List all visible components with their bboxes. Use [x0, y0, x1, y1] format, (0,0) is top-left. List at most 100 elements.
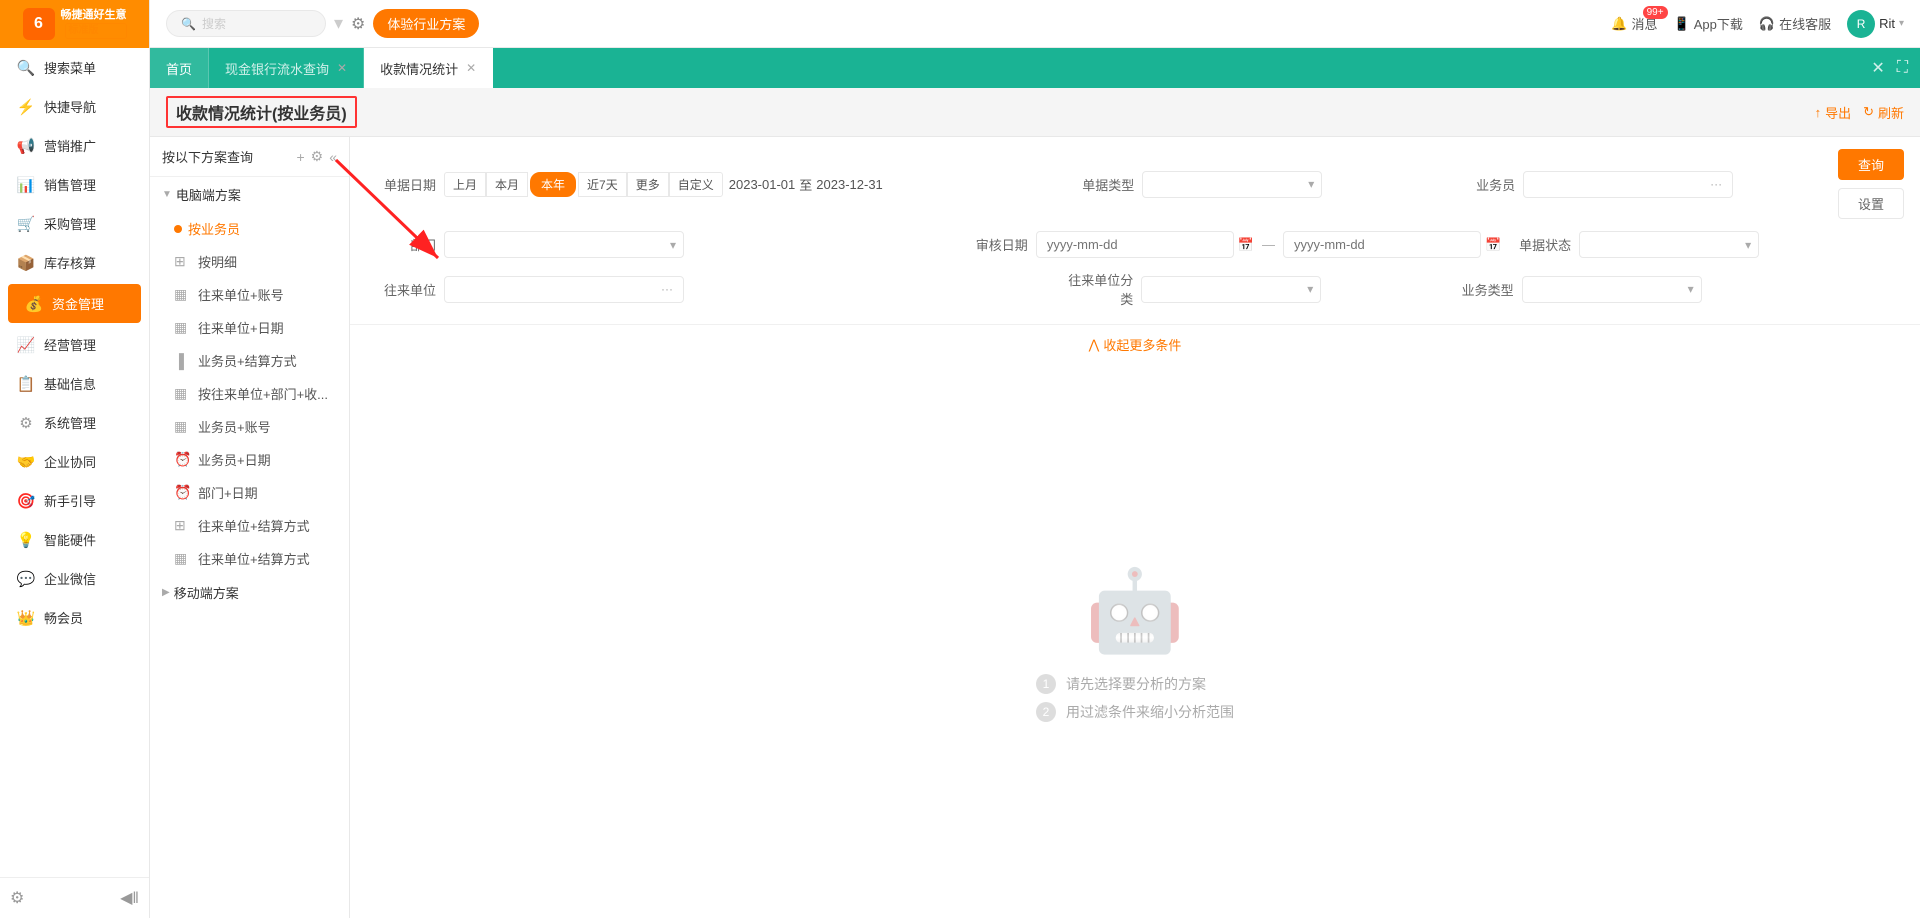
active-scheme-dot: [174, 225, 182, 233]
scheme-item-6[interactable]: ▦ 业务员+账号: [150, 410, 349, 443]
sidebar-item-enterprise[interactable]: 🤝 企业协同: [0, 442, 149, 481]
filter-row-3: 往来单位 ··· 往来单位分类 ▾ 业务类型: [366, 270, 1904, 308]
guide-icon: 🎯: [16, 492, 36, 510]
partner-input[interactable]: [455, 282, 661, 297]
scheme-bar-icon: ▐: [174, 353, 192, 369]
avatar: R: [1847, 10, 1875, 38]
scheme-item-5[interactable]: ▦ 按往来单位+部门+收...: [150, 377, 349, 410]
finance-icon: 💰: [24, 295, 44, 313]
sidebar-item-purchase[interactable]: 🛒 采购管理: [0, 204, 149, 243]
sidebar-item-marketing[interactable]: 📢 营销推广: [0, 126, 149, 165]
sidebar-item-system[interactable]: ⚙ 系统管理: [0, 403, 149, 442]
filter-row-2: 部门 ▾ 审核日期 📅 — 📅: [366, 231, 1904, 258]
sidebar-item-member[interactable]: 👑 畅会员: [0, 598, 149, 637]
online-service-item[interactable]: 🎧 在线客服: [1759, 14, 1831, 33]
scheme-settings-icon[interactable]: ⚙: [311, 148, 324, 165]
notification-item[interactable]: 🔔 消息 99+: [1611, 14, 1657, 33]
export-button[interactable]: ↑ 导出: [1815, 103, 1852, 122]
app-download-item[interactable]: 📱 App下载: [1674, 14, 1743, 33]
tab-home[interactable]: 首页: [150, 48, 209, 88]
scheme-table-icon-3: ▦: [174, 319, 192, 336]
tab-cashbank[interactable]: 现金银行流水查询 ✕: [209, 48, 364, 88]
step-2-num: 2: [1036, 702, 1056, 722]
add-scheme-icon[interactable]: +: [296, 149, 304, 165]
settings-button[interactable]: 设置: [1838, 188, 1904, 219]
review-date-from-input[interactable]: [1036, 231, 1234, 258]
scheme-group-mobile-title[interactable]: ▶ 移动端方案: [150, 575, 349, 610]
scheme-item-2[interactable]: ▦ 往来单位+账号: [150, 278, 349, 311]
sidebar-item-basic-info[interactable]: 📋 基础信息: [0, 364, 149, 403]
settings-gear-icon[interactable]: ⚙: [351, 14, 365, 34]
tab-close-all-icon[interactable]: ✕: [1871, 58, 1884, 78]
date-btn-more[interactable]: 更多: [627, 172, 669, 197]
scheme-item-7[interactable]: ⏰ 业务员+日期: [150, 443, 349, 476]
query-button[interactable]: 查询: [1838, 149, 1904, 180]
partner-category-select[interactable]: [1141, 276, 1321, 303]
trial-button[interactable]: 体验行业方案: [373, 9, 479, 38]
partner-more-icon[interactable]: ···: [661, 282, 673, 296]
scheme-item-4[interactable]: ▐ 业务员+结算方式: [150, 344, 349, 377]
scheme-item-3[interactable]: ▦ 往来单位+日期: [150, 311, 349, 344]
scheme-group-desktop: ▼ 电脑端方案 按业务员 ⊞ 按明细 ▦ 往来单位+账号 ▦ 往来单位+: [150, 177, 349, 575]
date-btn-last-month[interactable]: 上月: [444, 172, 486, 197]
sidebar-item-search[interactable]: 🔍 搜索菜单: [0, 48, 149, 87]
user-profile[interactable]: R Rit ▾: [1847, 10, 1904, 38]
app-logo: 6 畅捷通好生意 标准版: [0, 0, 149, 48]
tab-cashbank-close[interactable]: ✕: [337, 61, 347, 75]
topbar-search-box: 🔍 搜索: [166, 10, 326, 37]
sidebar-item-wechat[interactable]: 💬 企业微信: [0, 559, 149, 598]
scheme-group-desktop-title[interactable]: ▼ 电脑端方案: [150, 177, 349, 212]
filter-panel: 单据日期 上月 本月 本年 近7天 更多 自定义 2023-01-01 至: [350, 137, 1920, 918]
date-btn-this-year[interactable]: 本年: [530, 172, 576, 197]
sidebar-collapse-icon[interactable]: ◀‖: [120, 888, 139, 908]
tab-maximize-icon[interactable]: ⛶: [1897, 59, 1908, 77]
scheme-item-10[interactable]: ▦ 往来单位+结算方式: [150, 542, 349, 575]
dept-select[interactable]: [444, 231, 684, 258]
dropdown-arrow[interactable]: ▾: [334, 13, 343, 34]
review-date-cal-icon[interactable]: 📅: [1238, 237, 1254, 253]
sidebar: 6 畅捷通好生意 标准版 🔍 搜索菜单 ⚡ 快捷导航 📢 营销推广 📊 销售管理…: [0, 0, 150, 918]
sidebar-item-inventory[interactable]: 📦 库存核算: [0, 243, 149, 282]
salesperson-input[interactable]: [1534, 177, 1710, 192]
partner-filter: 往来单位 ···: [366, 276, 1063, 303]
doc-status-select[interactable]: [1579, 231, 1759, 258]
sidebar-item-quick-nav[interactable]: ⚡ 快捷导航: [0, 87, 149, 126]
scheme-header-actions: + ⚙ «: [296, 148, 337, 165]
salesperson-more-icon[interactable]: ···: [1710, 177, 1722, 191]
review-date-cal-icon-2[interactable]: 📅: [1485, 237, 1501, 253]
bell-icon: 🔔: [1611, 16, 1627, 32]
sidebar-item-guide[interactable]: 🎯 新手引导: [0, 481, 149, 520]
date-range-display: 2023-01-01 至 2023-12-31: [729, 175, 883, 194]
sidebar-item-finance[interactable]: 💰 资金管理: [8, 284, 141, 323]
profile-chevron-icon: ▾: [1899, 18, 1904, 29]
collapse-bar[interactable]: ⋀ 收起更多条件: [350, 324, 1920, 364]
scheme-item-8[interactable]: ⏰ 部门+日期: [150, 476, 349, 509]
review-date-to-input[interactable]: [1283, 231, 1481, 258]
doc-type-select[interactable]: [1142, 171, 1322, 198]
tab-collection[interactable]: 收款情况统计 ✕: [364, 48, 493, 88]
doc-status-select-wrap: ▾: [1579, 231, 1759, 258]
scheme-item-1[interactable]: ⊞ 按明细: [150, 245, 349, 278]
tab-collection-close[interactable]: ✕: [466, 61, 476, 75]
sidebar-item-sales[interactable]: 📊 销售管理: [0, 165, 149, 204]
topbar-left: 🔍 搜索 ▾ ⚙ 体验行业方案: [166, 9, 479, 38]
sidebar-settings-icon[interactable]: ⚙: [10, 888, 24, 908]
empty-state: 🤖 1 请先选择要分析的方案 2 用过滤条件来缩小分析范围: [350, 364, 1920, 918]
refresh-button[interactable]: ↻ 刷新: [1863, 103, 1904, 122]
date-btn-custom[interactable]: 自定义: [669, 172, 723, 197]
biz-type-select[interactable]: [1522, 276, 1702, 303]
scheme-group-mobile: ▶ 移动端方案: [150, 575, 349, 610]
empty-step-2: 2 用过滤条件来缩小分析范围: [1036, 702, 1234, 722]
scheme-item-0[interactable]: 按业务员: [150, 212, 349, 245]
date-btn-last-7days[interactable]: 近7天: [578, 172, 627, 197]
doc-status-filter: 单据状态 ▾: [1501, 231, 1824, 258]
scheme-collapse-icon[interactable]: «: [329, 149, 337, 165]
member-icon: 👑: [16, 609, 36, 627]
empty-robot-icon: 🤖: [1085, 564, 1185, 658]
date-btn-this-month[interactable]: 本月: [486, 172, 528, 197]
sidebar-item-operations[interactable]: 📈 经营管理: [0, 325, 149, 364]
mobile-group-arrow: ▶: [162, 587, 170, 598]
scheme-item-9[interactable]: ⊞ 往来单位+结算方式: [150, 509, 349, 542]
scheme-clock-icon-7: ⏰: [174, 451, 192, 468]
sidebar-item-hardware[interactable]: 💡 智能硬件: [0, 520, 149, 559]
